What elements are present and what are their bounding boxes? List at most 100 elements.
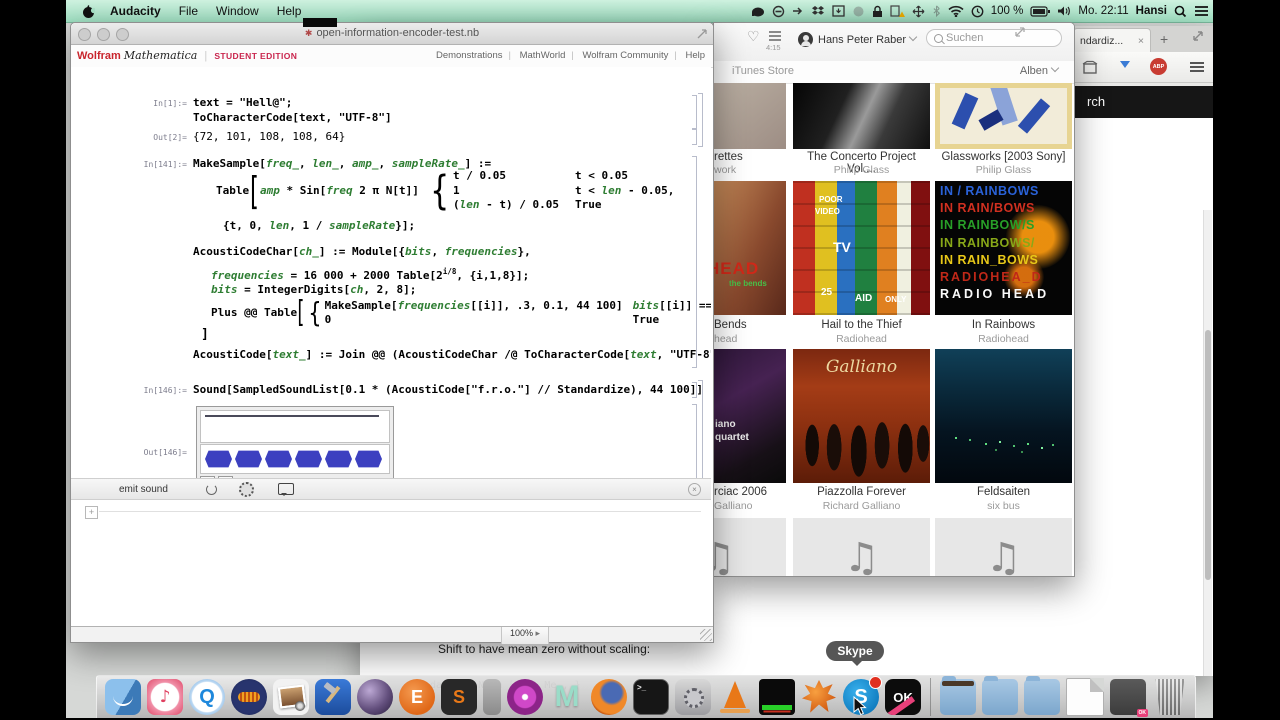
love-heart-icon[interactable]: ♡ xyxy=(747,28,760,45)
battery-icon[interactable] xyxy=(1030,5,1051,17)
notebook-input-area[interactable]: + xyxy=(71,500,711,626)
ok-debug-dock-icon[interactable]: OK xyxy=(885,679,921,715)
album-title[interactable]: Piazzolla Forever xyxy=(793,486,930,498)
gray-app-dock-icon[interactable] xyxy=(483,679,501,715)
audacity-dock-icon[interactable] xyxy=(231,679,267,715)
do-not-disturb-icon[interactable] xyxy=(772,5,785,18)
album-title[interactable]: rciac 2006 xyxy=(714,486,794,498)
notification-center-icon[interactable] xyxy=(1194,5,1209,17)
system-preferences-dock-icon[interactable] xyxy=(675,679,711,715)
gear-icon[interactable] xyxy=(238,481,254,497)
gimp-dock-icon[interactable] xyxy=(507,679,543,715)
eclipse-dock-icon[interactable] xyxy=(357,679,393,715)
album-cover[interactable]: IN / RAINBOWS IN RAIN/BOWS IN RAINBOW/S … xyxy=(935,181,1072,315)
album-cover[interactable]: iano quartet xyxy=(714,349,786,483)
new-tab-button[interactable]: + xyxy=(1160,31,1168,47)
resize-grip[interactable] xyxy=(700,629,712,641)
finder-dock-icon[interactable] xyxy=(105,679,141,715)
link-mathworld[interactable]: MathWorld xyxy=(520,50,566,61)
adblock-icon[interactable]: ABP xyxy=(1150,58,1167,75)
resize-icon[interactable] xyxy=(696,28,708,40)
album-cover[interactable] xyxy=(935,349,1072,483)
play-button[interactable]: ▶ xyxy=(200,475,215,478)
level-meter-dock-icon[interactable] xyxy=(759,679,795,715)
volume-icon[interactable] xyxy=(1057,5,1071,17)
album-title[interactable]: In Rainbows xyxy=(935,319,1072,331)
album-cover[interactable]: HEAD the bends xyxy=(714,181,786,315)
cell-bracket[interactable] xyxy=(692,404,697,478)
document-dock-icon[interactable] xyxy=(1066,678,1104,716)
folder-dock-icon[interactable] xyxy=(982,676,1018,715)
scrollbar-track[interactable] xyxy=(1203,210,1212,676)
refresh-icon[interactable] xyxy=(205,483,217,495)
sync-warning-icon[interactable] xyxy=(890,4,905,18)
move-tool-icon[interactable] xyxy=(912,5,925,18)
mamp-dock-icon[interactable]: M xyxy=(549,679,585,715)
archive-box-dock-icon[interactable] xyxy=(1110,679,1148,717)
photos-dock-icon[interactable] xyxy=(273,679,309,715)
album-cover[interactable]: POOR VIDEO TV 25 AID ONLY xyxy=(793,181,930,315)
lock-icon[interactable] xyxy=(872,5,883,18)
zoom-control[interactable]: 100% ▸ xyxy=(501,627,550,644)
spotlight-icon[interactable] xyxy=(1174,5,1187,18)
stop-button[interactable]: ■ xyxy=(218,475,233,478)
dropbox-icon[interactable] xyxy=(811,5,825,17)
apple-menu-icon[interactable] xyxy=(82,4,95,19)
cell-group-bracket[interactable] xyxy=(698,380,703,478)
album-cover[interactable]: Galliano xyxy=(793,349,930,483)
menu-file[interactable]: File xyxy=(170,4,207,18)
album-title[interactable]: Feldsaiten xyxy=(935,486,1072,498)
itunes-dock-icon[interactable]: ♪ xyxy=(147,679,183,715)
menu-help[interactable]: Help xyxy=(268,4,311,18)
fullscreen-icon[interactable] xyxy=(1192,30,1204,42)
download-icon[interactable] xyxy=(1120,60,1130,78)
firefox-tab-standardize[interactable]: ndardiz... × xyxy=(1073,28,1151,52)
mathematica-dock-icon[interactable] xyxy=(801,679,837,715)
e-app-dock-icon[interactable]: E xyxy=(399,679,435,715)
xcode-dock-icon[interactable] xyxy=(315,679,351,715)
cell-group-bracket[interactable] xyxy=(698,93,703,147)
album-title[interactable]: Bends xyxy=(714,319,794,331)
album-placeholder[interactable]: ♫ xyxy=(793,518,930,576)
bookmark-icon[interactable] xyxy=(1082,60,1098,74)
album-title[interactable]: Glassworks [2003 Sony] xyxy=(935,151,1072,163)
user-menu[interactable]: Hansi xyxy=(1136,5,1167,17)
menu-audacity[interactable]: Audacity xyxy=(101,4,170,18)
cell-bracket[interactable] xyxy=(692,95,697,129)
album-placeholder[interactable]: ♫ xyxy=(935,518,1072,576)
app-status-icon[interactable] xyxy=(751,5,765,17)
album-title[interactable]: rettes xyxy=(714,151,794,163)
album-cover[interactable] xyxy=(714,83,786,149)
cell-bracket[interactable] xyxy=(692,129,697,145)
menu-window[interactable]: Window xyxy=(207,4,268,18)
sublime-text-dock-icon[interactable]: S xyxy=(441,679,477,715)
itunes-store-label[interactable]: iTunes Store xyxy=(732,65,794,77)
album-placeholder[interactable]: ♫ xyxy=(714,518,786,576)
vlc-dock-icon[interactable] xyxy=(717,679,753,715)
cell-bracket[interactable] xyxy=(692,382,697,398)
bluetooth-icon[interactable] xyxy=(932,5,941,18)
emit-sound-button[interactable]: emit sound xyxy=(119,484,168,495)
wifi-icon[interactable] xyxy=(948,5,964,17)
title-bar[interactable]: ✱ open-information-encoder-test.nb xyxy=(71,23,713,45)
up-next-list-icon[interactable] xyxy=(769,31,781,33)
folder-dock-icon[interactable] xyxy=(940,676,976,715)
pointer-status-icon[interactable] xyxy=(792,5,804,17)
notebook-content[interactable]: In[1]:= text = "Hell@"; ToCharacterCode[… xyxy=(71,67,711,478)
cell-bracket[interactable] xyxy=(692,156,697,368)
insert-cell-button[interactable]: + xyxy=(85,506,98,519)
comment-icon[interactable] xyxy=(277,483,294,496)
firefox-dock-icon[interactable] xyxy=(591,679,627,715)
album-title[interactable]: Hail to the Thief xyxy=(793,319,930,331)
menu-clock[interactable]: Mo. 22:11 xyxy=(1078,5,1128,17)
folder-dock-icon[interactable] xyxy=(1024,676,1060,715)
account-menu[interactable]: Hans Peter Raber xyxy=(818,32,918,46)
tab-close-icon[interactable]: × xyxy=(1138,35,1144,47)
search-input[interactable]: Suchen xyxy=(926,29,1062,47)
quicktime-dock-icon[interactable]: Q xyxy=(189,679,225,715)
album-cover[interactable] xyxy=(793,83,930,149)
album-cover[interactable] xyxy=(935,83,1072,149)
scrollbar-thumb[interactable] xyxy=(1205,330,1211,580)
close-bar-icon[interactable]: × xyxy=(688,482,701,496)
fullscreen-icon[interactable] xyxy=(1014,26,1026,38)
